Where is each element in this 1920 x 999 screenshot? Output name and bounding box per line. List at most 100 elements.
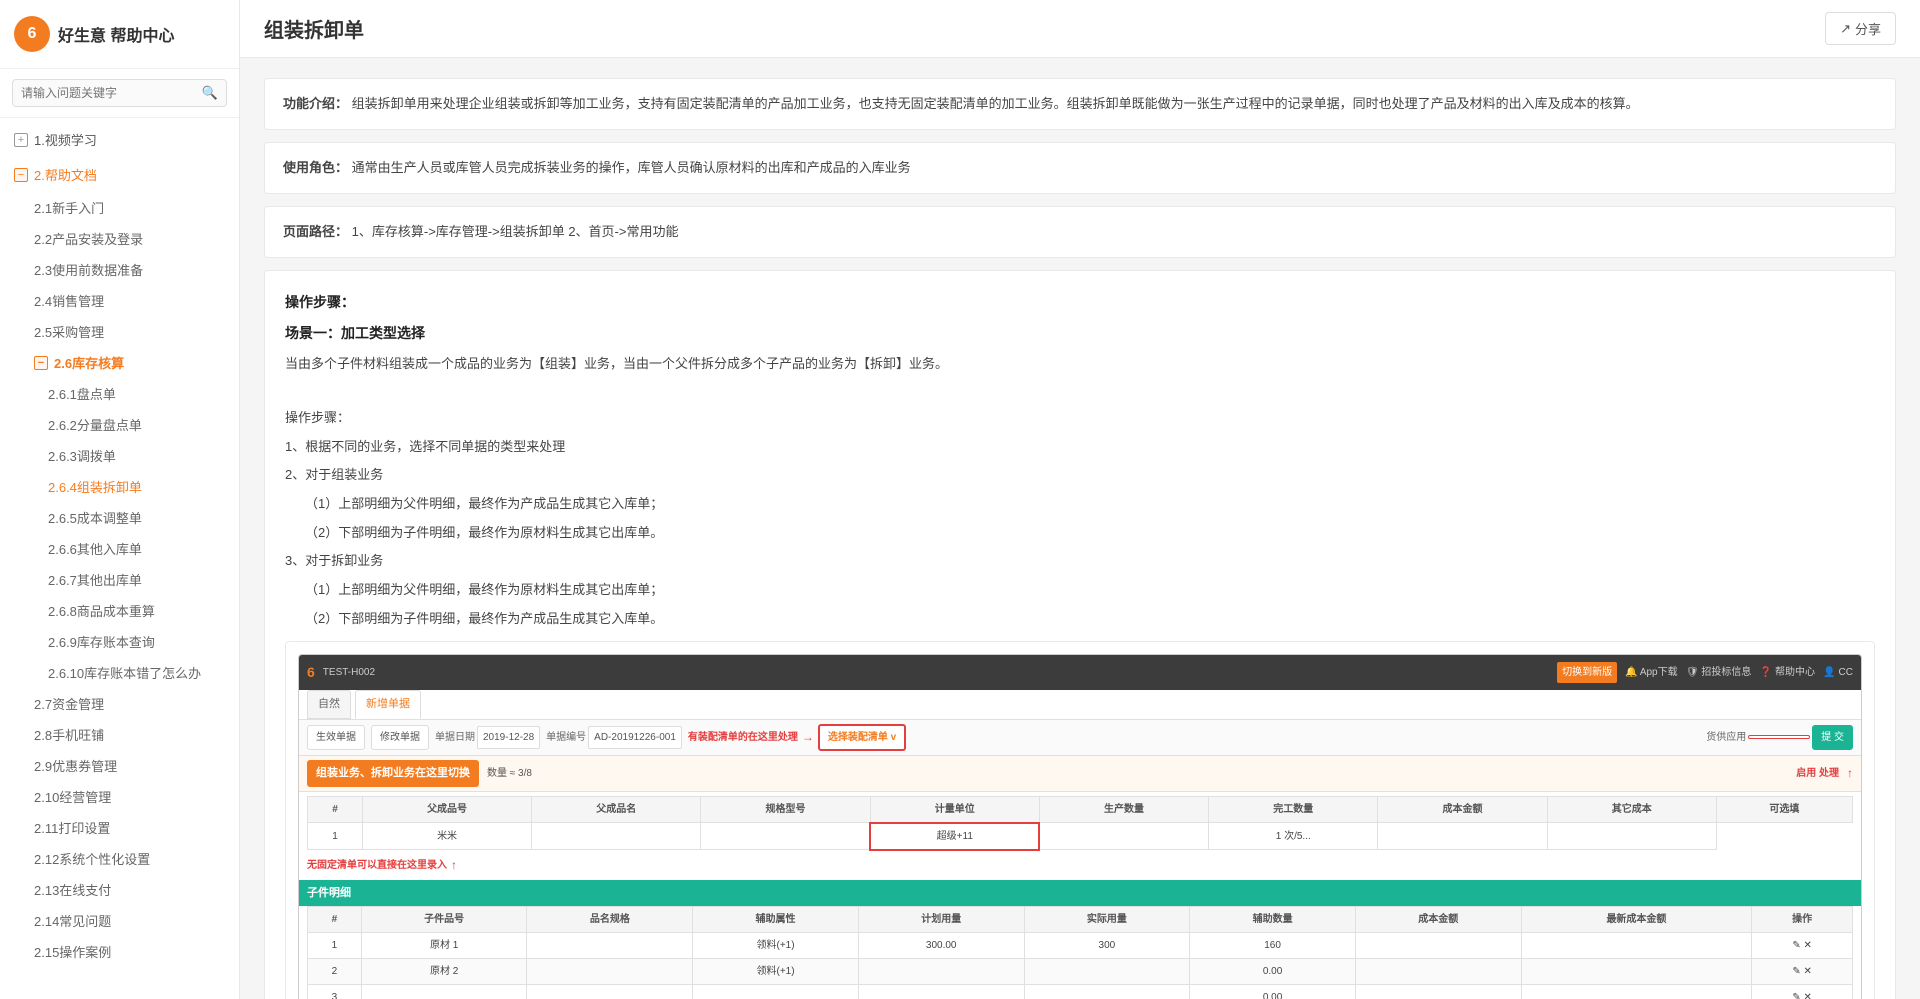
step1: 1、根据不同的业务，选择不同单据的类型来处理 [285,435,1875,460]
th-parent-name: 父成品名 [532,796,701,823]
mock-btn-save-doc[interactable]: 生效单据 [307,725,365,750]
sidebar-item-dataprep[interactable]: 2.3使用前数据准备 [0,254,239,285]
table-row: 1 米米 超级+11 1 次/5... [308,823,1853,850]
mock-form-num: 单据编号 AD-20191226-001 [546,726,682,749]
mock-num-val[interactable]: AD-20191226-001 [588,726,682,749]
bottom-header-label: 子件明细 [307,887,351,899]
mock-confirm-btn[interactable]: 提 交 [1812,725,1853,750]
mock-date-val[interactable]: 2019-12-28 [477,726,540,749]
search-icon: 🔍 [202,85,218,101]
table-row: 2 原材 2 领料(+1) 0.00 ✎ ✕ [308,959,1853,985]
sidebar-item-inventory[interactable]: − 2.6库存核算 [0,347,239,378]
sidebar-item-sales[interactable]: 2.4销售管理 [0,285,239,316]
sidebar-item-purchase[interactable]: 2.5采购管理 [0,316,239,347]
intro-card: 功能介绍： 组装拆卸单用来处理企业组装或拆卸等加工业务，支持有固定装配清单的产品… [264,78,1896,130]
mock-top-table: # 父成品号 父成品名 规格型号 计量单位 生产数量 完工数量 成本金额 其它成… [307,796,1853,851]
sidebar-item-settings[interactable]: 2.12系统个性化设置 [0,843,239,874]
step3-1: （1）上部明细为父件明细，最终作为原材料生成其它出库单； [305,578,1875,603]
mock-process-annotation: 有装配清单的在这里处理 → 选择装配清单 v [688,724,906,751]
sidebar-item-help-docs[interactable]: − 2.帮助文档 [0,157,239,192]
scenario1-title: 场景一：加工类型选择 [285,320,1875,347]
mock-form-date: 单据日期 2019-12-28 [435,726,540,749]
mock-top-bar: 6 TEST-H002 切换到新版 🔔 App下载 🛡 招投标信息 ❓ 帮助中心… [299,655,1861,690]
ops-steps-title: 操作步骤： [285,406,1875,431]
sidebar-item-finance[interactable]: 2.7资金管理 [0,688,239,719]
arrow-up: ↑ [1847,762,1853,785]
mock-right-input[interactable] [1748,735,1810,739]
sidebar-item-payment[interactable]: 2.13在线支付 [0,874,239,905]
sidebar-item-other-in[interactable]: 2.6.6其他入库单 [0,533,239,564]
sidebar-item-mobile[interactable]: 2.8手机旺铺 [0,719,239,750]
step3: 3、对于拆卸业务 [285,549,1875,574]
step2-2: （2）下部明细为子件明细，最终作为原材料生成其它出库单。 [305,521,1875,546]
mock-app-id: TEST-H002 [323,663,375,682]
expand-icon: + [14,133,28,147]
mock-tab-natural[interactable]: 自然 [307,690,351,719]
annotation-row: 无固定清单可以直接在这里录入 ↑ [307,851,1853,880]
sidebar-item-mgmt[interactable]: 2.10经营管理 [0,781,239,812]
sidebar-item-faq[interactable]: 2.14常见问题 [0,905,239,936]
sidebar-item-newbie[interactable]: 2.1新手入门 [0,192,239,223]
sidebar-item-cost-adjust[interactable]: 2.6.5成本调整单 [0,502,239,533]
mock-top-table-area: # 父成品号 父成品名 规格型号 计量单位 生产数量 完工数量 成本金额 其它成… [299,792,1861,880]
scenario1-desc: 当由多个子件材料组装成一个成品的业务为【组装】业务，当由一个父件拆分成多个子产品… [285,352,1875,377]
sidebar-item-transfer[interactable]: 2.6.3调拨单 [0,440,239,471]
path-label: 页面路径： [283,224,348,239]
th-optional: 可选填 [1716,796,1852,823]
sidebar-item-stock-check[interactable]: 2.6.1盘点单 [0,378,239,409]
path-card: 页面路径： 1、库存核算->库存管理->组装拆卸单 2、首页->常用功能 [264,206,1896,258]
search-area: 🔍 [0,69,239,118]
search-input[interactable] [21,86,202,100]
th-spec: 规格型号 [701,796,870,823]
mock-bottom-table-area: # 子件品号 品名规格 辅助属性 计划用量 实际用量 辅助数量 成本金额 最新成… [299,906,1861,999]
mock-type-switch-bar: 组装业务、拆卸业务在这里切换 数量 ≈ 3/8 启用 处理 ↑ [299,756,1861,792]
logo-area: 6 好生意 帮助中心 [0,0,239,69]
share-button[interactable]: ↗ 分享 [1825,12,1896,45]
page-header: 组装拆卸单 ↗ 分享 [240,0,1920,58]
sidebar-item-ledger-query[interactable]: 2.6.9库存账本查询 [0,626,239,657]
step3-2: （2）下部明细为子件明细，最终作为产成品生成其它入库单。 [305,607,1875,632]
mock-tabs-row: 自然 新增单据 [299,690,1861,720]
role-card: 使用角色： 通常由生产人员或库管人员完成拆装业务的操作，库管人员确认原材料的出库… [264,142,1896,194]
mock-section-toggle[interactable]: 组装业务、拆卸业务在这里切换 [307,760,479,787]
sidebar: 6 好生意 帮助中心 🔍 + 1.视频学习 − 2.帮助文档 2.1新手入门 2… [0,0,240,999]
sidebar-item-ledger-fix[interactable]: 2.6.10库存账本错了怎么办 [0,657,239,688]
table-row: 3 0.00 ✎ ✕ [308,985,1853,999]
sidebar-item-cost-recalc[interactable]: 2.6.8商品成本重算 [0,595,239,626]
sidebar-item-videos[interactable]: + 1.视频学习 [0,122,239,157]
step2-1: （1）上部明细为父件明细，最终作为产成品生成其它入库单； [305,492,1875,517]
sidebar-item-cases[interactable]: 2.15操作案例 [0,936,239,967]
sidebar-item-partial-check[interactable]: 2.6.2分量盘点单 [0,409,239,440]
steps-card: 操作步骤： 场景一：加工类型选择 当由多个子件材料组装成一个成品的业务为【组装】… [264,270,1896,999]
role-label: 使用角色： [283,160,348,175]
page-title: 组装拆卸单 [264,14,364,43]
mock-btn-edit-doc[interactable]: 修改单据 [371,725,429,750]
sidebar-item-install[interactable]: 2.2产品安装及登录 [0,223,239,254]
share-icon: ↗ [1840,21,1851,37]
search-box[interactable]: 🔍 [12,79,227,107]
mock-count-label: 数量 ≈ 3/8 [487,764,532,783]
arrow-right: → [802,726,814,749]
mock-logo: 6 [307,659,315,686]
mock-process-btn[interactable]: 选择装配清单 v [818,724,906,751]
path-text: 1、库存核算->库存管理->组装拆卸单 2、首页->常用功能 [352,224,679,239]
mock-right-field: 货供应用 提 交 [1706,725,1853,750]
collapse-icon: − [14,168,28,182]
intro-label: 功能介绍： [283,96,348,111]
annotation-text-1: 有装配清单的在这里处理 [688,728,798,747]
app-name: 好生意 帮助中心 [58,22,174,46]
sidebar-item-coupon[interactable]: 2.9优惠券管理 [0,750,239,781]
role-text: 通常由生产人员或库管人员完成拆装业务的操作，库管人员确认原材料的出库和产成品的入… [352,160,911,175]
th-cost-amt: 成本金额 [1378,796,1547,823]
main-area: 组装拆卸单 ↗ 分享 功能介绍： 组装拆卸单用来处理企业组装或拆卸等加工业务，支… [240,0,1920,999]
sidebar-item-assembly[interactable]: 2.6.4组装拆卸单 [0,471,239,502]
sidebar-item-print[interactable]: 2.11打印设置 [0,812,239,843]
mock-tab-new[interactable]: 新增单据 [355,690,421,719]
sidebar-item-other-out[interactable]: 2.6.7其他出库单 [0,564,239,595]
mock-toolbar: 生效单据 修改单据 单据日期 2019-12-28 单据编号 AD-201912… [299,720,1861,756]
mock-screenshot-container: 6 TEST-H002 切换到新版 🔔 App下载 🛡 招投标信息 ❓ 帮助中心… [285,641,1875,999]
th-prod-qty: 生产数量 [1039,796,1208,823]
th-done-qty: 完工数量 [1209,796,1378,823]
content-area: 功能介绍： 组装拆卸单用来处理企业组装或拆卸等加工业务，支持有固定装配清单的产品… [240,58,1920,999]
th-other-cost: 其它成本 [1547,796,1716,823]
